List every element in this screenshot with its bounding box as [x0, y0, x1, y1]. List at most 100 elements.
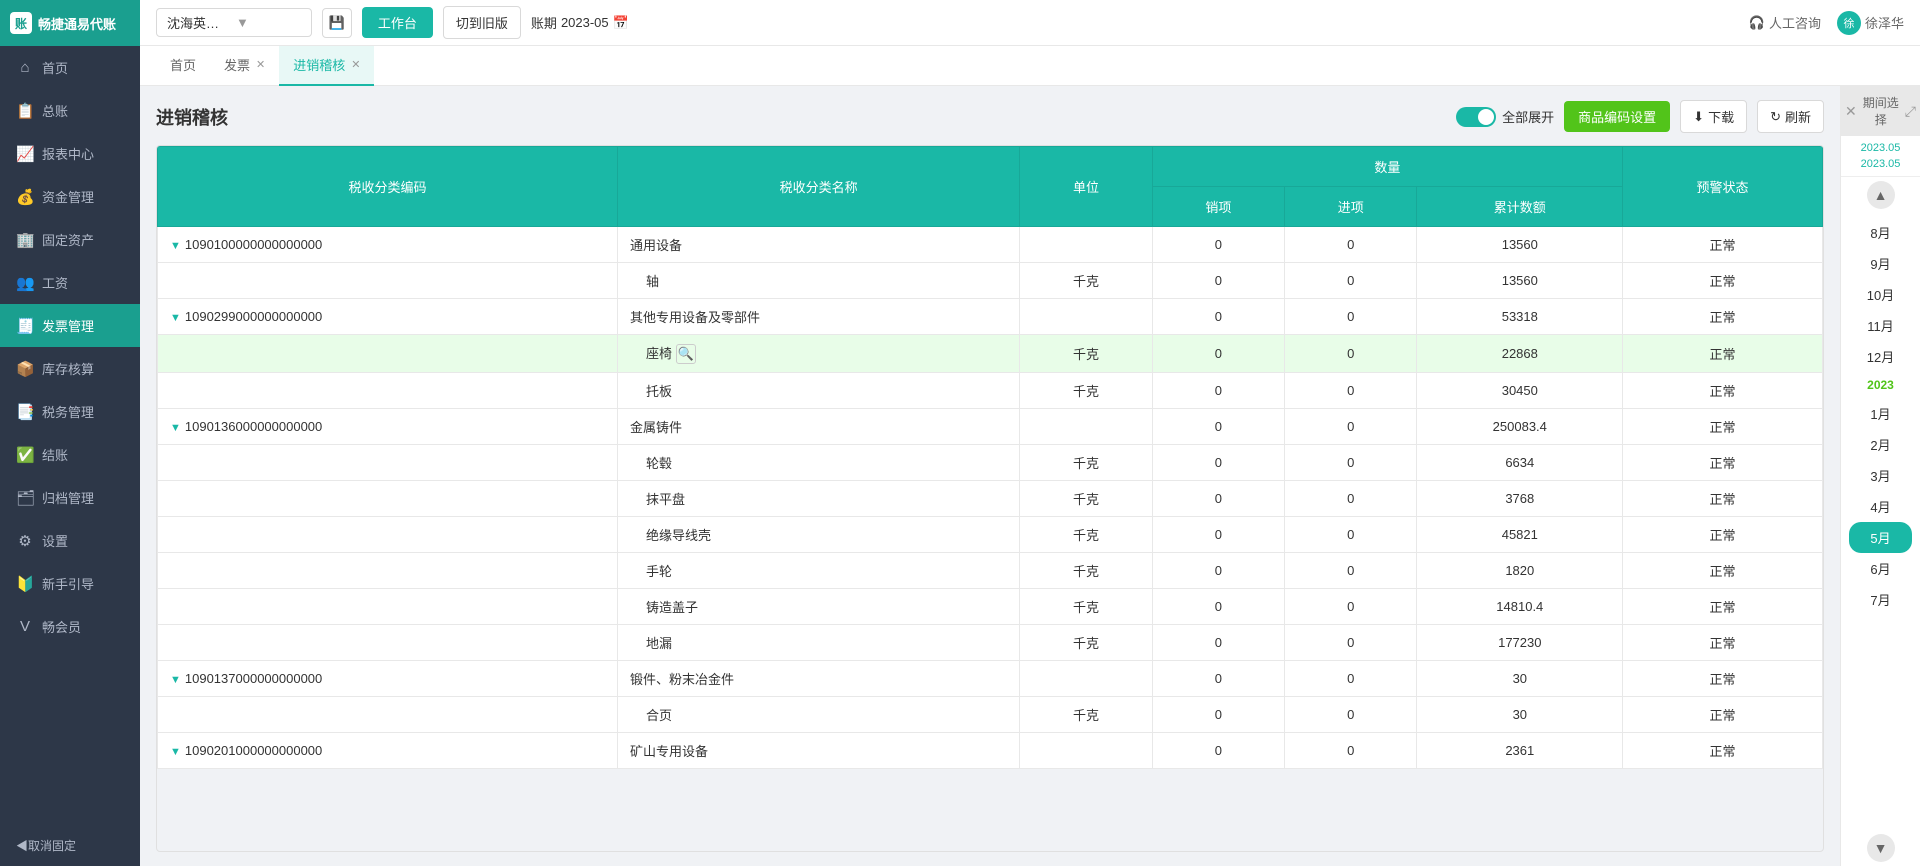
cell-sales: 0 — [1152, 733, 1284, 769]
cell-code — [158, 517, 618, 553]
sidebar-item-label: 畅会员 — [42, 617, 81, 636]
expand-icon[interactable]: ▼ — [170, 422, 181, 434]
table-row: 合页 千克 0 0 30 正常 — [158, 697, 1823, 733]
product-code-btn[interactable]: 商品编码设置 — [1564, 101, 1670, 132]
month-item[interactable]: 10月 — [1841, 279, 1920, 310]
sidebar-item-funds[interactable]: 💰 资金管理 — [0, 175, 140, 218]
sidebar-item-label: 固定资产 — [42, 230, 94, 249]
month-item[interactable]: 12月 — [1841, 341, 1920, 372]
month-item[interactable]: 3月 — [1841, 460, 1920, 491]
cell-status: 正常 — [1623, 445, 1823, 481]
tab-reconcile[interactable]: 进销稽核 ✕ — [279, 46, 374, 86]
cell-sales: 0 — [1152, 481, 1284, 517]
cell-sales: 0 — [1152, 299, 1284, 335]
toggle-thumb — [1478, 109, 1494, 125]
sidebar-item-stock[interactable]: 📦 库存核算 — [0, 347, 140, 390]
cell-total: 45821 — [1417, 517, 1623, 553]
member-icon: V — [16, 618, 34, 635]
cell-purchase: 0 — [1285, 625, 1417, 661]
sidebar-item-label: 税务管理 — [42, 402, 94, 421]
sidebar-item-member[interactable]: V 畅会员 — [0, 605, 140, 648]
month-item[interactable]: 1月 — [1841, 398, 1920, 429]
company-selector[interactable]: 沈海英测试经营勿删 ▼ — [156, 8, 312, 37]
cell-total: 3768 — [1417, 481, 1623, 517]
month-item[interactable]: 8月 — [1841, 217, 1920, 248]
tab-home-label: 首页 — [170, 55, 196, 74]
download-btn[interactable]: ⬇ 下载 — [1680, 100, 1747, 133]
sidebar-item-settle[interactable]: ✅ 结账 — [0, 433, 140, 476]
cell-purchase: 0 — [1285, 661, 1417, 697]
panel-up-btn[interactable]: ▲ — [1867, 181, 1895, 209]
cell-total: 22868 — [1417, 335, 1623, 373]
table-row: 托板 千克 0 0 30450 正常 — [158, 373, 1823, 409]
panel-down-btn[interactable]: ▼ — [1867, 834, 1895, 862]
expand-icon[interactable]: ▼ — [170, 746, 181, 758]
cell-code — [158, 553, 618, 589]
search-icon[interactable]: 🔍 — [676, 344, 696, 364]
table-row: 手轮 千克 0 0 1820 正常 — [158, 553, 1823, 589]
sidebar-item-salary[interactable]: 👥 工资 — [0, 261, 140, 304]
month-item[interactable]: 6月 — [1841, 553, 1920, 584]
toggle-track[interactable] — [1456, 107, 1496, 127]
archive-icon: 🗂 — [16, 489, 34, 507]
cell-purchase: 0 — [1285, 335, 1417, 373]
topbar-right: 🎧 人工咨询 徐 徐泽华 — [1749, 11, 1904, 35]
tab-reconcile-close[interactable]: ✕ — [351, 58, 360, 71]
year-label: 2023 — [1841, 372, 1920, 398]
month-item[interactable]: 7月 — [1841, 584, 1920, 615]
cell-unit — [1020, 661, 1152, 697]
sidebar-item-home[interactable]: ⌂ 首页 — [0, 46, 140, 89]
month-item[interactable]: 4月 — [1841, 491, 1920, 522]
stock-icon: 📦 — [16, 360, 34, 378]
cell-status: 正常 — [1623, 373, 1823, 409]
tab-invoice[interactable]: 发票 ✕ — [210, 46, 279, 86]
tab-home[interactable]: 首页 — [156, 46, 210, 86]
cell-name: 锻件、粉末冶金件 — [618, 661, 1020, 697]
save-button[interactable]: 💾 — [322, 8, 352, 38]
period-row-1: 2023.05 — [1845, 140, 1916, 156]
month-item[interactable]: 11月 — [1841, 310, 1920, 341]
expand-toggle[interactable]: 全部展开 — [1456, 107, 1554, 127]
switch-old-button[interactable]: 切到旧版 — [443, 6, 521, 39]
cell-name: 轮毂 — [618, 445, 1020, 481]
user-menu[interactable]: 徐 徐泽华 — [1837, 11, 1904, 35]
month-item[interactable]: 2月 — [1841, 429, 1920, 460]
cell-code — [158, 263, 618, 299]
sidebar-item-tax[interactable]: 📑 税务管理 — [0, 390, 140, 433]
expand-icon[interactable]: ▼ — [170, 312, 181, 324]
sidebar-item-reports[interactable]: 📈 报表中心 — [0, 132, 140, 175]
cancel-fixed-btn[interactable]: ◀取消固定 — [0, 825, 140, 866]
workspace-button[interactable]: 工作台 — [362, 7, 433, 38]
content-main: 进销稽核 全部展开 商品编码设置 ⬇ 下载 ↻ 刷 — [140, 86, 1840, 866]
table-row: 轴 千克 0 0 13560 正常 — [158, 263, 1823, 299]
cell-status: 正常 — [1623, 409, 1823, 445]
sidebar-item-invoice[interactable]: 🧾 发票管理 — [0, 304, 140, 347]
cell-code: ▼1090201000000000000 — [158, 733, 618, 769]
cell-name: 通用设备 — [618, 227, 1020, 263]
calendar-icon[interactable]: 📅 — [613, 15, 629, 31]
cell-total: 13560 — [1417, 263, 1623, 299]
period-display: 账期 2023-05 📅 — [531, 13, 629, 32]
tab-invoice-close[interactable]: ✕ — [256, 58, 265, 71]
cell-total: 13560 — [1417, 227, 1623, 263]
cell-purchase: 0 — [1285, 697, 1417, 733]
sidebar-item-label: 结账 — [42, 445, 68, 464]
sidebar-item-ledger[interactable]: 📋 总账 — [0, 89, 140, 132]
month-item[interactable]: 9月 — [1841, 248, 1920, 279]
sidebar-item-assets[interactable]: 🏢 固定资产 — [0, 218, 140, 261]
refresh-btn[interactable]: ↻ 刷新 — [1757, 100, 1824, 133]
page-title: 进销稽核 — [156, 104, 228, 130]
cell-name: 托板 — [618, 373, 1020, 409]
sidebar-item-guide[interactable]: 🔰 新手引导 — [0, 562, 140, 605]
month-item[interactable]: 5月 — [1849, 522, 1912, 553]
sidebar-item-archive[interactable]: 🗂 归档管理 — [0, 476, 140, 519]
sidebar-item-settings[interactable]: ⚙ 设置 — [0, 519, 140, 562]
panel-close-btn[interactable]: ✕ — [1845, 103, 1857, 120]
support-btn[interactable]: 🎧 人工咨询 — [1749, 13, 1821, 32]
sidebar-item-label: 新手引导 — [42, 574, 94, 593]
cell-purchase: 0 — [1285, 517, 1417, 553]
panel-expand-btn[interactable]: ⤢ — [1905, 103, 1916, 120]
cell-unit: 千克 — [1020, 481, 1152, 517]
expand-icon[interactable]: ▼ — [170, 240, 181, 252]
expand-icon[interactable]: ▼ — [170, 674, 181, 686]
